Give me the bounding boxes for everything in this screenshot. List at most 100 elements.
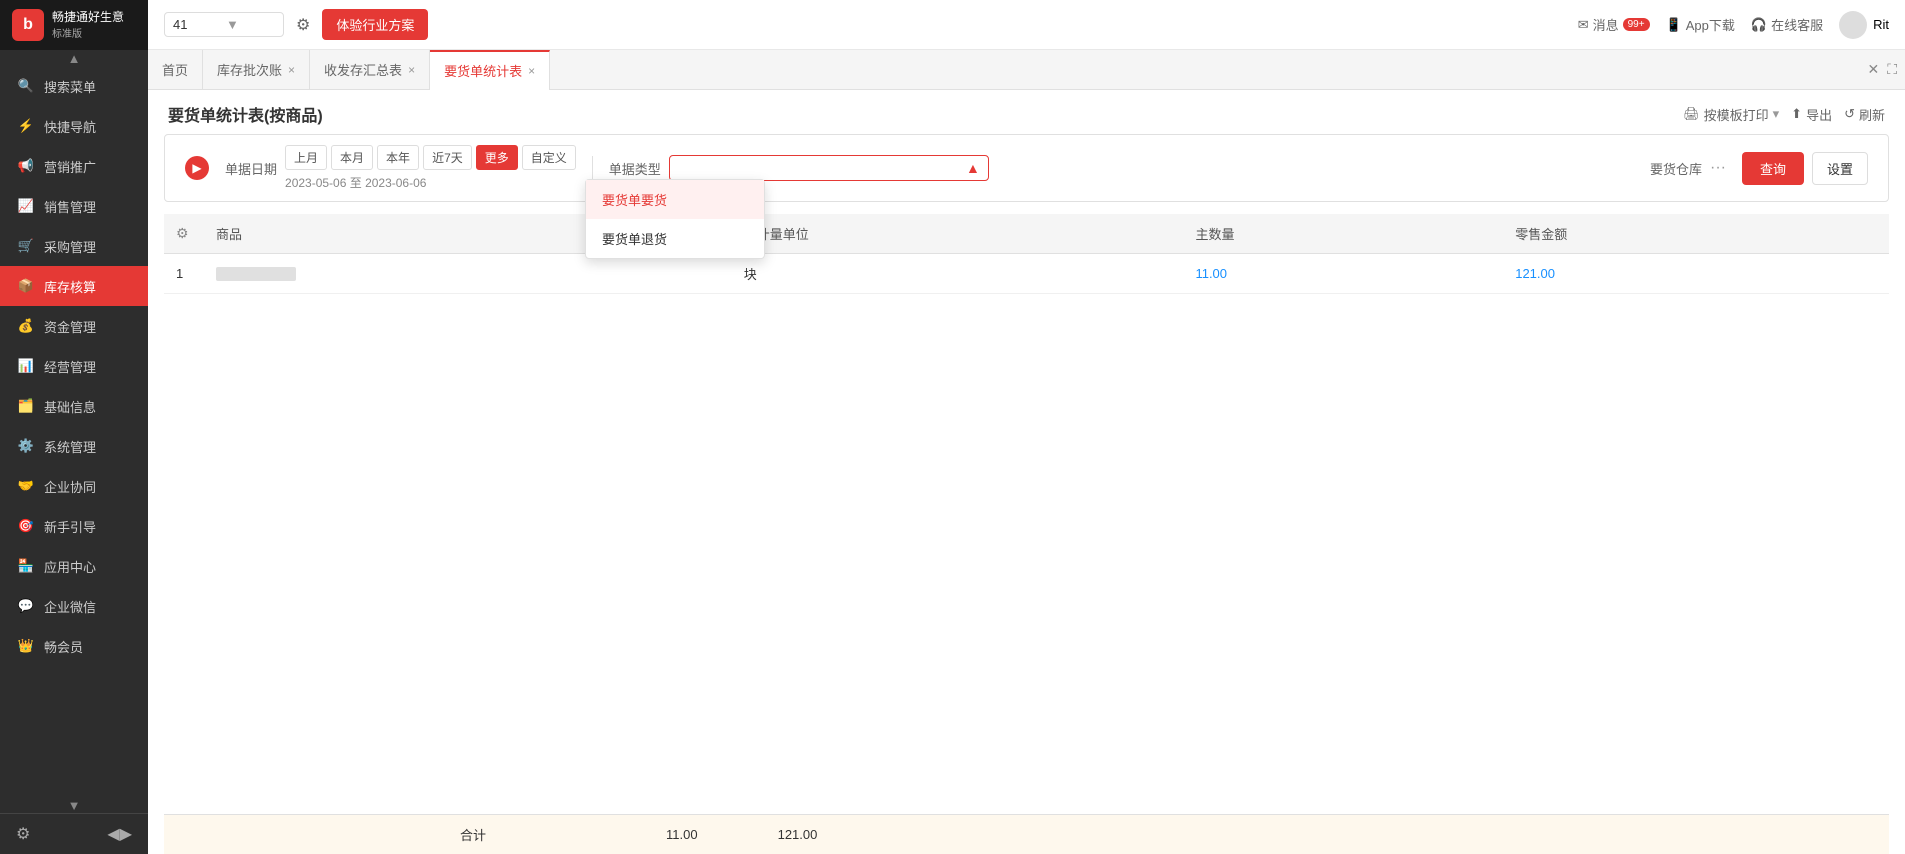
refresh-icon: ↺	[1844, 106, 1855, 122]
table-row: 1 块 11.00 121.00	[164, 254, 1889, 294]
print-button[interactable]: 🖨 按模板打印 ▾	[1683, 105, 1779, 124]
sidebar-item-purchase[interactable]: 🛒 采购管理	[0, 226, 148, 266]
setting-button[interactable]: 设置	[1812, 152, 1868, 185]
sidebar-item-search[interactable]: 🔍 搜索菜单	[0, 66, 148, 106]
message-icon: ✉	[1578, 17, 1589, 33]
sidebar-item-label-operation: 经营管理	[44, 357, 96, 376]
tab-inventory-label: 库存批次账	[217, 60, 282, 79]
tab-order-stat-label: 要货单统计表	[444, 61, 522, 80]
collapse-icon[interactable]: ◀▶	[107, 824, 132, 844]
tab-inventory-close[interactable]: ×	[288, 63, 295, 77]
date-btn-custom[interactable]: 自定义	[522, 145, 576, 170]
company-selector[interactable]: 41 ▼	[164, 12, 284, 37]
operation-icon: 📊	[16, 356, 36, 376]
date-btn-more[interactable]: 更多	[476, 145, 518, 170]
filter-expand-button[interactable]: ▶	[185, 156, 209, 180]
topbar-right: ✉ 消息 99+ 📱 App下载 🎧 在线客服 Rit	[1578, 11, 1889, 39]
export-button[interactable]: ⬆ 导出	[1791, 105, 1832, 124]
page-actions: 🖨 按模板打印 ▾ ⬆ 导出 ↺ 刷新	[1683, 105, 1885, 124]
sidebar-nav: 🔍 搜索菜单 ⚡ 快捷导航 📢 营销推广 📈 销售管理 🛒 采购管理 📦 库存核…	[0, 66, 148, 797]
tab-order-stat[interactable]: 要货单统计表 ×	[430, 50, 550, 90]
date-btn-7days[interactable]: 近7天	[423, 145, 472, 170]
print-label: 按模板打印	[1704, 105, 1769, 124]
date-filter-group: 单据日期 上月 本月 本年 近7天 更多 自定义 2023-05-06 至 20…	[225, 145, 576, 191]
footer-qty: 11.00	[666, 827, 698, 842]
table-footer: 合计 11.00 121.00	[164, 814, 1889, 854]
sidebar-item-member[interactable]: 👑 畅会员	[0, 626, 148, 666]
sidebar-item-sales[interactable]: 📈 销售管理	[0, 186, 148, 226]
marketing-icon: 📢	[16, 156, 36, 176]
settings-icon[interactable]: ⚙	[16, 824, 30, 844]
sidebar-item-label-sales: 销售管理	[44, 197, 96, 216]
date-btn-this-year[interactable]: 本年	[377, 145, 419, 170]
type-dropdown: 要货单要货 要货单退货	[585, 179, 765, 259]
footer-values: 11.00 121.00	[666, 827, 817, 842]
sidebar-item-system[interactable]: ⚙️ 系统管理	[0, 426, 148, 466]
tabs-fullscreen-icon[interactable]: ⛶	[1887, 61, 1897, 78]
sidebar-scroll-up[interactable]: ▲	[0, 50, 148, 66]
sidebar-scroll-down[interactable]: ▼	[0, 797, 148, 813]
sidebar-item-marketing[interactable]: 📢 营销推广	[0, 146, 148, 186]
cell-unit-0: 块	[732, 254, 1184, 294]
query-button[interactable]: 查询	[1742, 152, 1804, 185]
sidebar-item-inventory[interactable]: 📦 库存核算	[0, 266, 148, 306]
sales-icon: 📈	[16, 196, 36, 216]
sidebar-item-label-appstore: 应用中心	[44, 557, 96, 576]
type-input[interactable]	[678, 161, 966, 176]
tab-receivable[interactable]: 收发存汇总表 ×	[310, 50, 430, 90]
page-title: 要货单统计表(按商品)	[168, 102, 323, 126]
basic-icon: 🗂️	[16, 396, 36, 416]
date-btn-last-month[interactable]: 上月	[285, 145, 327, 170]
warehouse-filter-label: 要货仓库	[1650, 159, 1702, 178]
refresh-button[interactable]: ↺ 刷新	[1844, 105, 1885, 124]
user-area[interactable]: Rit	[1839, 11, 1889, 39]
col-qty: 主数量	[1183, 214, 1503, 254]
sidebar-item-label-finance: 资金管理	[44, 317, 96, 336]
message-button[interactable]: ✉ 消息 99+	[1578, 15, 1650, 34]
sidebar: b 畅捷通好生意 标准版 ▲ 🔍 搜索菜单 ⚡ 快捷导航 📢 营销推广 📈 销售…	[0, 0, 148, 854]
sidebar-item-basic[interactable]: 🗂️ 基础信息	[0, 386, 148, 426]
app-download-button[interactable]: 📱 App下载	[1666, 15, 1735, 34]
tabs-expand-icon[interactable]: ✕	[1867, 61, 1879, 78]
trial-button[interactable]: 体验行业方案	[322, 9, 428, 40]
tab-home[interactable]: 首页	[148, 50, 203, 90]
sidebar-item-shortcut[interactable]: ⚡ 快捷导航	[0, 106, 148, 146]
date-range-display: 2023-05-06 至 2023-06-06	[285, 174, 576, 191]
app-subtitle: 标准版	[52, 25, 124, 40]
app-name: 畅捷通好生意	[52, 10, 124, 26]
type-filter-group: 单据类型 ▲	[609, 155, 1634, 181]
page-header: 要货单统计表(按商品) 🖨 按模板打印 ▾ ⬆ 导出 ↺ 刷新	[148, 90, 1905, 134]
sidebar-item-operation[interactable]: 📊 经营管理	[0, 346, 148, 386]
col-settings: ⚙	[164, 214, 204, 254]
online-service-button[interactable]: 🎧 在线客服	[1751, 15, 1823, 34]
sidebar-item-guide[interactable]: 🎯 新手引导	[0, 506, 148, 546]
sidebar-item-finance[interactable]: 💰 资金管理	[0, 306, 148, 346]
sidebar-item-label-basic: 基础信息	[44, 397, 96, 416]
dropdown-item-order-goods[interactable]: 要货单要货	[586, 180, 764, 219]
tab-order-stat-close[interactable]: ×	[528, 64, 535, 78]
column-settings-icon[interactable]: ⚙	[176, 225, 189, 241]
sidebar-item-label-system: 系统管理	[44, 437, 96, 456]
topbar-gear-icon[interactable]: ⚙	[296, 15, 310, 35]
main-area: 41 ▼ ⚙ 体验行业方案 ✉ 消息 99+ 📱 App下载 🎧 在线客服 R	[148, 0, 1905, 854]
sidebar-item-enterprise[interactable]: 🤝 企业协同	[0, 466, 148, 506]
topbar-left: 41 ▼ ⚙ 体验行业方案	[164, 9, 428, 40]
tabs-end: ✕ ⛶	[1867, 61, 1905, 78]
type-input-wrapper[interactable]: ▲	[669, 155, 989, 181]
type-dropdown-arrow[interactable]: ▲	[966, 160, 980, 176]
warehouse-more-icon[interactable]: ···	[1710, 159, 1726, 177]
sidebar-item-wechat[interactable]: 💬 企业微信	[0, 586, 148, 626]
print-icon: 🖨	[1683, 106, 1700, 122]
topbar: 41 ▼ ⚙ 体验行业方案 ✉ 消息 99+ 📱 App下载 🎧 在线客服 R	[148, 0, 1905, 50]
sidebar-item-appstore[interactable]: 🏪 应用中心	[0, 546, 148, 586]
dropdown-item-order-return[interactable]: 要货单退货	[586, 219, 764, 258]
system-icon: ⚙️	[16, 436, 36, 456]
message-badge: 99+	[1623, 18, 1650, 31]
tab-inventory[interactable]: 库存批次账 ×	[203, 50, 310, 90]
refresh-label: 刷新	[1859, 105, 1885, 124]
sidebar-item-label-wechat: 企业微信	[44, 597, 96, 616]
download-icon: 📱	[1666, 17, 1682, 33]
date-btn-this-month[interactable]: 本月	[331, 145, 373, 170]
tab-receivable-close[interactable]: ×	[408, 63, 415, 77]
warehouse-filter-group: 要货仓库 ···	[1650, 159, 1726, 178]
